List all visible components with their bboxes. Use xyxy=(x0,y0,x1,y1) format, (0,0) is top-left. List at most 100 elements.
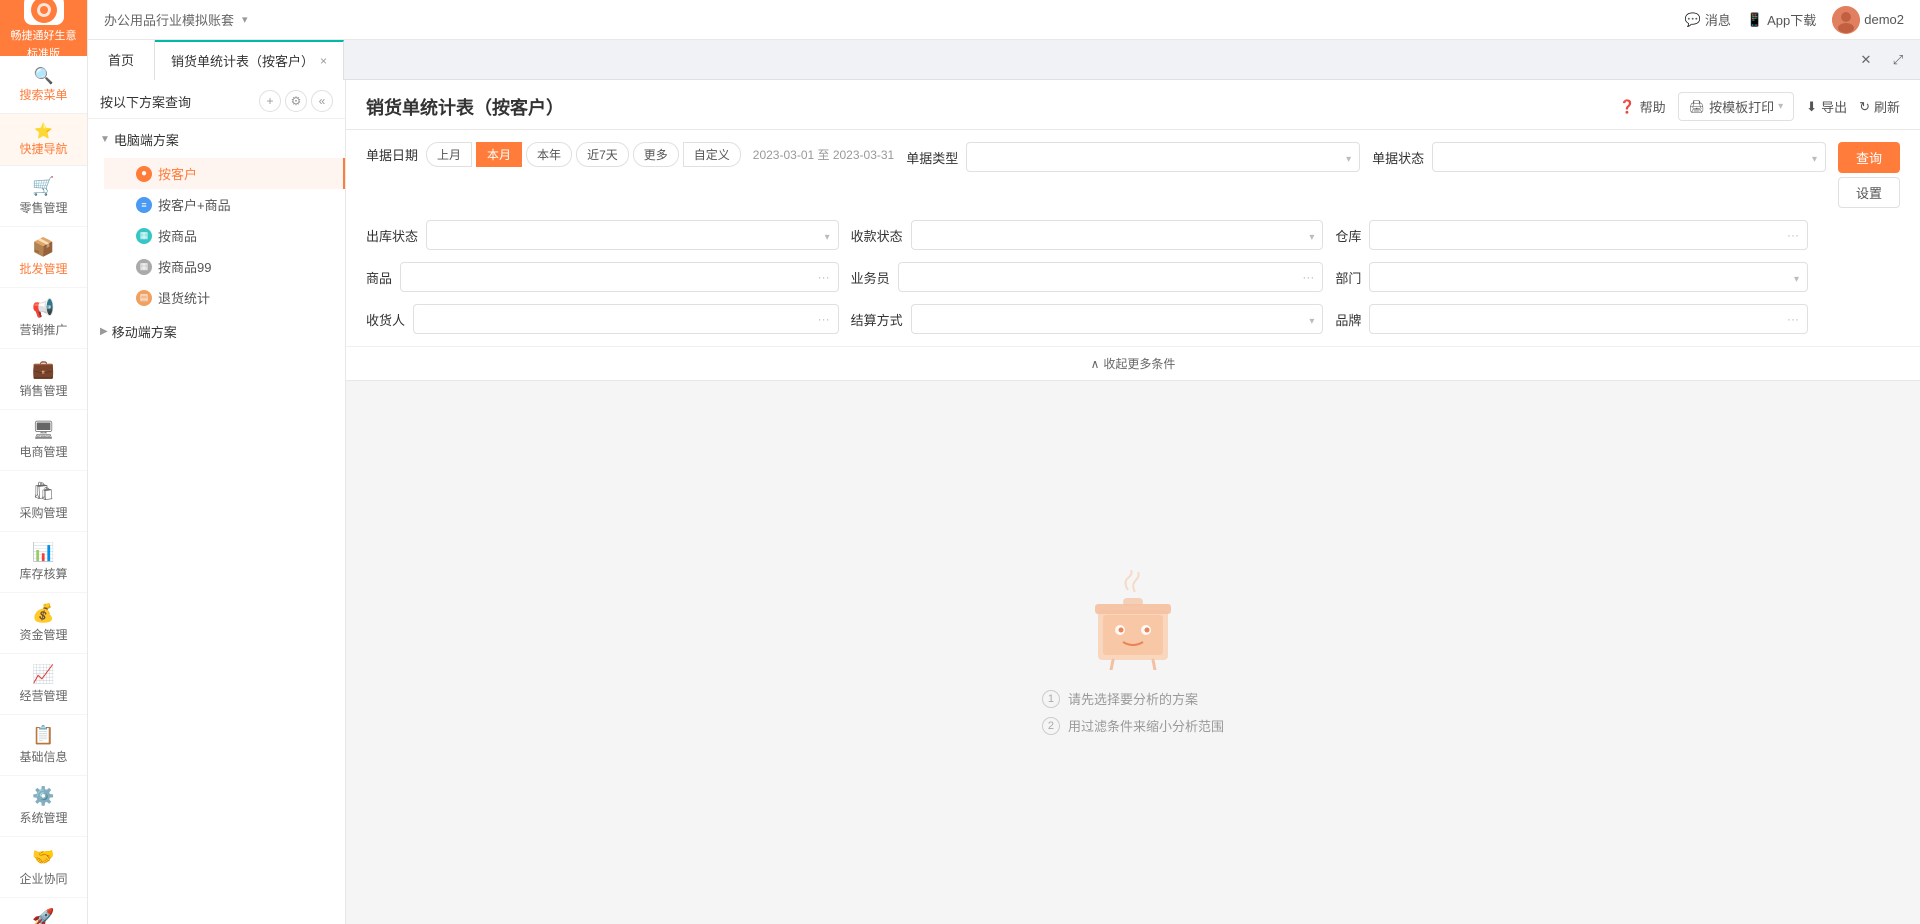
message-label: 消息 xyxy=(1705,10,1731,29)
this-year-btn[interactable]: 本年 xyxy=(526,142,572,167)
this-month-btn[interactable]: 本月 xyxy=(476,142,522,167)
refresh-button[interactable]: ↻ 刷新 xyxy=(1859,97,1900,116)
help-button[interactable]: ❓ 帮助 xyxy=(1619,97,1665,116)
print-dropdown-icon: ▾ xyxy=(1778,101,1783,112)
query-button[interactable]: 查询 xyxy=(1838,142,1900,173)
scheme-item-by-customer-product[interactable]: ≡ 按客户+商品 xyxy=(104,189,345,220)
tab-close-icon[interactable]: × xyxy=(320,54,327,68)
tab-sales-stats[interactable]: 销货单统计表（按客户） × xyxy=(155,40,344,80)
sidebar-item-retail-mgmt-label: 零售管理 xyxy=(19,199,67,216)
filter-area: 单据日期 上月 本月 本年 近7天 更多 自定义 2023-03-01 至 20… xyxy=(346,130,1920,381)
department-select[interactable] xyxy=(1369,262,1808,292)
sidebar-item-ecommerce-mgmt[interactable]: 🖥 电商管理 xyxy=(0,410,87,471)
close-window-icon: ✕ xyxy=(1861,52,1872,68)
tabbar: 首页 销货单统计表（按客户） × ✕ ⤢ xyxy=(88,40,1920,80)
by-customer-product-icon: ≡ xyxy=(136,197,152,213)
sidebar-item-search-menu[interactable]: 🔍 搜索菜单 xyxy=(0,56,87,114)
more-btn[interactable]: 更多 xyxy=(633,142,679,167)
sidebar-item-finance-mgmt-label: 资金管理 xyxy=(19,626,67,643)
hint-text-2: 用过滤条件来缩小分析范围 xyxy=(1068,716,1224,735)
prev-month-btn[interactable]: 上月 xyxy=(426,142,472,167)
doc-status-select[interactable] xyxy=(1432,142,1826,172)
tab-home[interactable]: 首页 xyxy=(88,40,155,80)
product-select[interactable]: ··· xyxy=(400,262,839,292)
out-status-label: 出库状态 xyxy=(366,226,418,245)
marketing-icon: 📢 xyxy=(32,298,54,319)
right-content: 销货单统计表（按客户） ❓ 帮助 🖨 按模板打印 ▾ ⬇ xyxy=(346,80,1920,924)
scheme-item-by-product-99[interactable]: ▦ 按商品99 xyxy=(104,251,345,282)
sidebar-item-shortcut-nav[interactable]: ⭐ 快捷导航 xyxy=(0,114,87,166)
action-buttons: 查询 设置 xyxy=(1838,142,1900,208)
sidebar-item-new-guide[interactable]: 🚀 新手引导 xyxy=(0,898,87,924)
sidebar-item-inventory-check[interactable]: 📊 库存核算 xyxy=(0,532,87,593)
user-profile-btn[interactable]: demo2 xyxy=(1832,6,1904,34)
empty-state: 1 请先选择要分析的方案 2 用过滤条件来缩小分析范围 xyxy=(346,381,1920,924)
collapse-bar[interactable]: ∧ 收起更多条件 xyxy=(346,346,1920,380)
window-expand-button[interactable]: ⤢ xyxy=(1884,46,1912,74)
sidebar-item-ops-mgmt[interactable]: 📈 经营管理 xyxy=(0,654,87,715)
settings-scheme-button[interactable]: ⚙ xyxy=(285,90,307,112)
add-scheme-button[interactable]: + xyxy=(259,90,281,112)
sidebar-item-system-mgmt[interactable]: ⚙️ 系统管理 xyxy=(0,776,87,837)
sidebar-item-marketing[interactable]: 📢 营销推广 xyxy=(0,288,87,349)
doc-type-dropdown-icon xyxy=(1346,150,1351,165)
export-button[interactable]: ⬇ 导出 xyxy=(1806,97,1847,116)
add-icon: + xyxy=(266,94,273,108)
sidebar-item-enterprise-collab[interactable]: 🤝 企业协同 xyxy=(0,837,87,898)
recent7-btn[interactable]: 近7天 xyxy=(576,142,629,167)
sidebar-item-purchase-mgmt[interactable]: 🛍 采购管理 xyxy=(0,471,87,532)
doc-type-label: 单据类型 xyxy=(906,148,958,167)
date-label: 单据日期 xyxy=(366,145,418,164)
brand-label: 品牌 xyxy=(1335,310,1361,329)
scheme-item-return-stats[interactable]: ▤ 退货统计 xyxy=(104,282,345,313)
scheme-item-by-customer[interactable]: ● 按客户 xyxy=(104,158,345,189)
inventory-icon: 📊 xyxy=(32,542,54,563)
account-dropdown-icon[interactable]: ▾ xyxy=(242,13,248,26)
sidebar-item-basic-info[interactable]: 📋 基础信息 xyxy=(0,715,87,776)
out-status-select[interactable] xyxy=(426,220,839,250)
scheme-tree: ▼ 电脑端方案 ● 按客户 ≡ 按客户+商品 ▦ xyxy=(88,119,345,352)
desktop-scheme-group-header[interactable]: ▼ 电脑端方案 xyxy=(88,125,345,154)
brand-select[interactable]: ··· xyxy=(1369,304,1808,334)
settings-icon: ⚙ xyxy=(291,94,302,108)
refresh-icon: ↻ xyxy=(1859,99,1870,115)
mobile-scheme-group-header[interactable]: ▶ 移动端方案 xyxy=(88,317,345,346)
recipient-label: 收货人 xyxy=(366,310,405,329)
print-button[interactable]: 🖨 按模板打印 ▾ xyxy=(1678,92,1795,121)
salesperson-label: 业务员 xyxy=(851,268,890,287)
message-btn[interactable]: 💬 消息 xyxy=(1685,10,1731,29)
collab-icon: 🤝 xyxy=(32,847,54,868)
empty-hint-1: 1 请先选择要分析的方案 xyxy=(1042,689,1224,708)
sidebar-item-retail-mgmt[interactable]: 🛒 零售管理 xyxy=(0,166,87,227)
sidebar-item-system-mgmt-label: 系统管理 xyxy=(19,809,67,826)
collapse-panel-button[interactable]: « xyxy=(311,90,333,112)
by-product-99-icon: ▦ xyxy=(136,259,152,275)
help-icon: ❓ xyxy=(1619,99,1635,115)
sidebar-item-finance-mgmt[interactable]: 💰 资金管理 xyxy=(0,593,87,654)
recipient-select[interactable]: ··· xyxy=(413,304,839,334)
department-dropdown-icon xyxy=(1794,270,1799,285)
sidebar-item-sales-mgmt[interactable]: 💼 销售管理 xyxy=(0,349,87,410)
collapse-label: 收起更多条件 xyxy=(1103,355,1175,372)
window-close-button[interactable]: ✕ xyxy=(1852,46,1880,74)
refresh-label: 刷新 xyxy=(1874,97,1900,116)
export-label: 导出 xyxy=(1821,97,1847,116)
account-selector[interactable]: 办公用品行业模拟账套 xyxy=(104,10,234,29)
app-download-icon: 📱 xyxy=(1747,12,1763,28)
payment-method-label: 结算方式 xyxy=(851,310,903,329)
payment-method-select[interactable] xyxy=(911,304,1324,334)
date-range-text: 2023-03-01 至 2023-03-31 xyxy=(753,146,894,163)
warehouse-select[interactable]: ··· xyxy=(1369,220,1808,250)
sidebar-item-purchase-mgmt-label: 采购管理 xyxy=(19,504,67,521)
settings-button[interactable]: 设置 xyxy=(1838,177,1900,208)
left-panel: 按以下方案查询 + ⚙ « ▼ 电脑端方案 xyxy=(88,80,346,924)
scheme-item-by-product[interactable]: ▦ 按商品 xyxy=(104,220,345,251)
salesperson-select[interactable]: ··· xyxy=(898,262,1324,292)
page-header: 销货单统计表（按客户） ❓ 帮助 🖨 按模板打印 ▾ ⬇ xyxy=(346,80,1920,130)
collect-status-select[interactable] xyxy=(911,220,1324,250)
custom-btn[interactable]: 自定义 xyxy=(683,142,741,167)
app-download-btn[interactable]: 📱 App下载 xyxy=(1747,10,1816,29)
sidebar-item-wholesale-mgmt[interactable]: 📦 批发管理 xyxy=(0,227,87,288)
page-title: 销货单统计表（按客户） xyxy=(366,94,564,120)
doc-type-select[interactable] xyxy=(966,142,1360,172)
